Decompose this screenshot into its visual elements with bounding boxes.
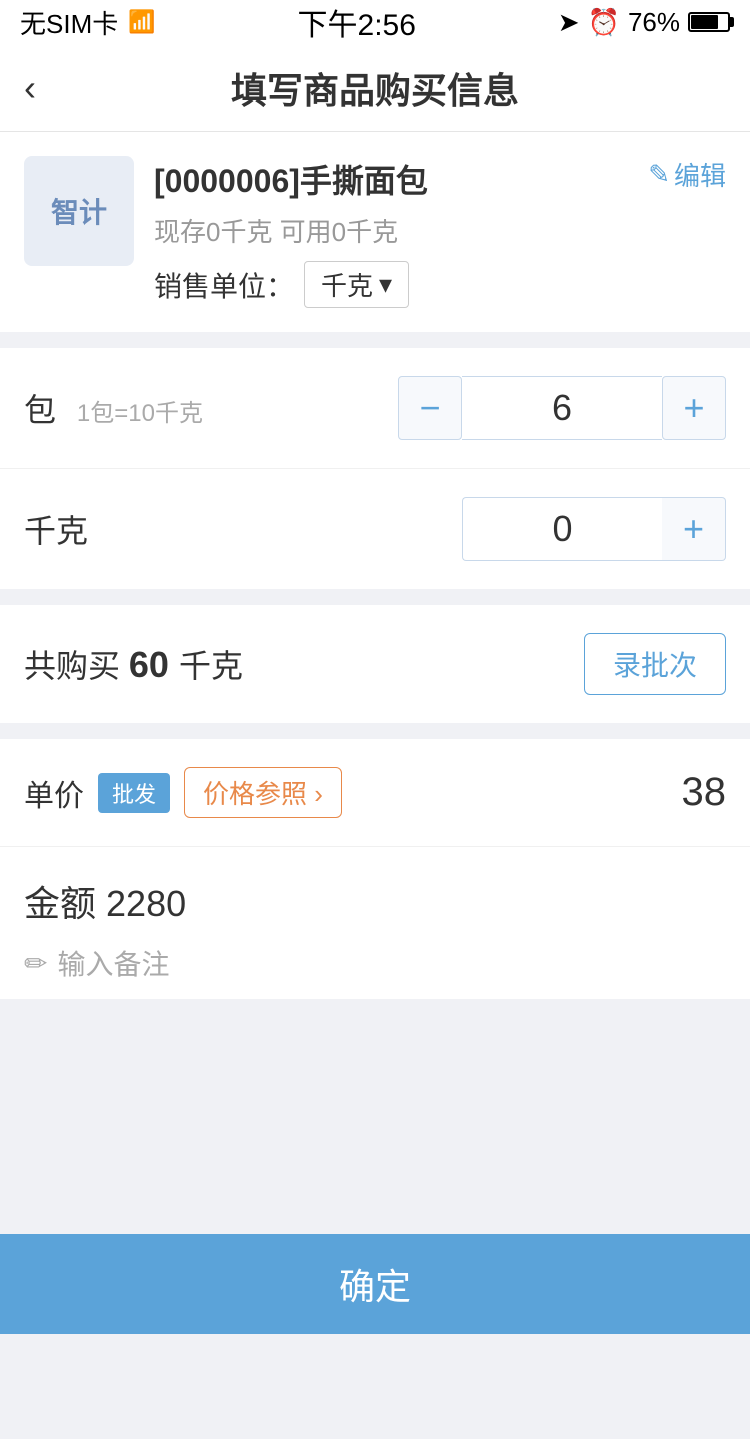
price-reference-button[interactable]: 价格参照 › (184, 767, 342, 818)
pack-increment-button[interactable]: + (662, 376, 726, 440)
pencil-icon: ✏ (24, 947, 47, 980)
edit-label: 编辑 (674, 156, 726, 193)
product-unit-row: 销售单位： 千克 ▾ (154, 261, 726, 308)
battery-percent: 76% (628, 7, 680, 38)
product-logo: 智计 (51, 191, 107, 231)
unit-label: 销售单位： (154, 265, 294, 305)
note-placeholder: 输入备注 (57, 943, 169, 983)
total-row: 共购买 60 千克 录批次 (0, 605, 750, 723)
kg-controls: + (462, 497, 726, 561)
wifi-icon: 📶 (128, 9, 155, 35)
total-prefix: 共购买 (24, 648, 120, 684)
price-row: 单价 批发 价格参照 › 38 (24, 767, 726, 818)
alarm-icon: ⏰ (588, 7, 620, 38)
amount-section: 金额 2280 ✏ 输入备注 (0, 846, 750, 999)
status-left: 无SIM卡 📶 (20, 4, 156, 41)
total-section: 共购买 60 千克 录批次 (0, 605, 750, 723)
unit-value: 千克 (321, 266, 373, 303)
total-text: 共购买 60 千克 (24, 641, 584, 687)
product-stock: 现存0千克 可用0千克 (154, 212, 726, 249)
kg-label: 千克 (24, 506, 462, 552)
product-image: 智计 (24, 156, 134, 266)
kg-increment-button[interactable]: + (662, 497, 726, 561)
status-bar: 无SIM卡 📶 下午2:56 ➤ ⏰ 76% (0, 0, 750, 44)
amount-label: 金额 (24, 883, 96, 924)
amount-row: 金额 2280 (24, 875, 726, 927)
total-amount: 60 (129, 644, 179, 685)
unit-select[interactable]: 千克 ▾ (304, 261, 409, 308)
pack-input[interactable] (462, 376, 662, 440)
pack-section: 包 1包=10千克 − + 千克 + (0, 348, 750, 589)
status-right: ➤ ⏰ 76% (558, 7, 730, 38)
pack-quantity-row: 包 1包=10千克 − + (0, 348, 750, 469)
confirm-button[interactable]: 确定 (0, 1234, 750, 1334)
pack-hint: 1包=10千克 (77, 400, 203, 427)
pack-decrement-button[interactable]: − (398, 376, 462, 440)
amount-number: 2280 (106, 883, 186, 924)
price-tag: 批发 (98, 773, 170, 813)
edit-icon: ✎ (648, 159, 670, 190)
price-value: 38 (682, 770, 727, 815)
note-row[interactable]: ✏ 输入备注 (24, 943, 726, 983)
pack-label: 包 1包=10千克 (24, 385, 398, 431)
price-label: 单价 (24, 771, 84, 815)
location-icon: ➤ (558, 7, 580, 38)
chevron-down-icon: ▾ (379, 269, 392, 300)
total-unit: 千克 (179, 648, 243, 684)
product-name: [0000006]手撕面包 (154, 156, 726, 202)
pack-label-text: 包 (24, 392, 56, 428)
status-time: 下午2:56 (298, 0, 416, 44)
product-info: [0000006]手撕面包 现存0千克 可用0千克 销售单位： 千克 ▾ (154, 156, 726, 308)
kg-input[interactable] (462, 497, 662, 561)
page-title: 填写商品购买信息 (231, 62, 519, 114)
product-card: 智计 [0000006]手撕面包 现存0千克 可用0千克 销售单位： 千克 ▾ … (0, 132, 750, 332)
pack-controls: − + (398, 376, 726, 440)
battery-icon (688, 12, 730, 32)
carrier-text: 无SIM卡 (20, 4, 118, 41)
back-button[interactable]: ‹ (24, 67, 36, 109)
price-section: 单价 批发 价格参照 › 38 (0, 739, 750, 846)
edit-button[interactable]: ✎ 编辑 (648, 156, 726, 193)
nav-bar: ‹ 填写商品购买信息 (0, 44, 750, 132)
batch-button[interactable]: 录批次 (584, 633, 726, 695)
kg-quantity-row: 千克 + (0, 469, 750, 589)
